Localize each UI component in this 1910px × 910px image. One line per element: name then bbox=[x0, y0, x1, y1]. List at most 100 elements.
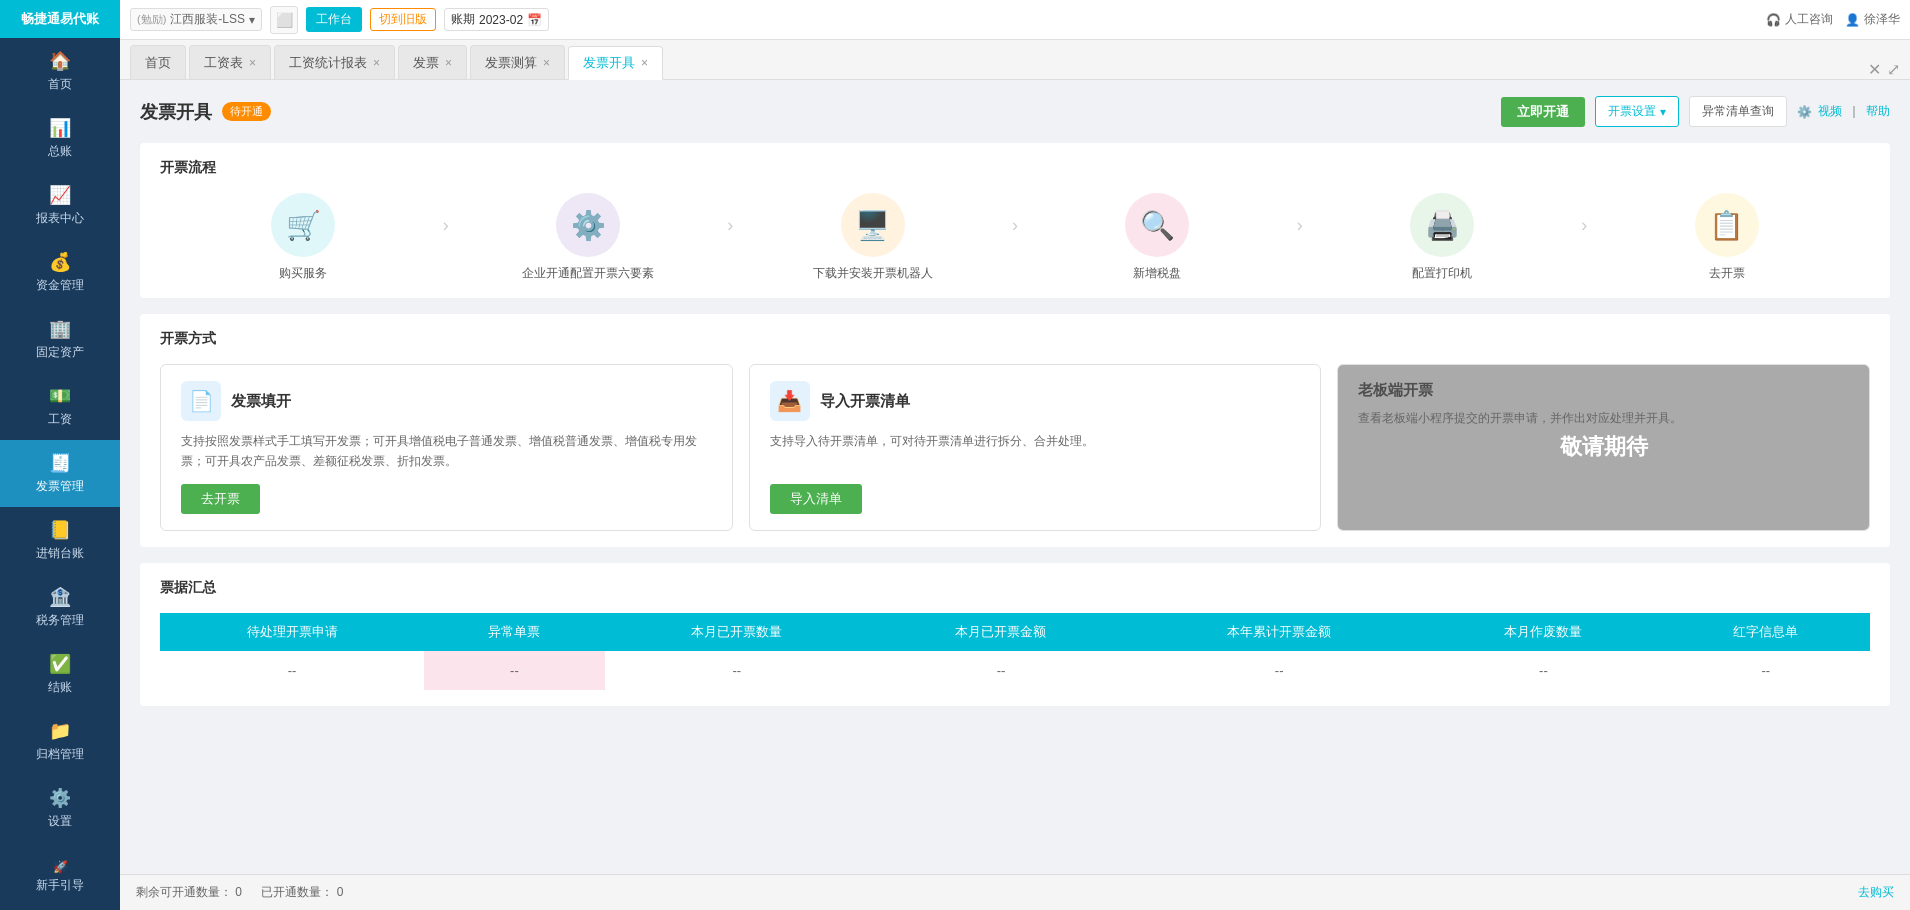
switch-version-button[interactable]: 切到旧版 bbox=[370, 8, 436, 31]
tab-首页[interactable]: 首页 bbox=[130, 45, 186, 79]
sidebar-label: 报表中心 bbox=[36, 210, 84, 227]
sidebar-item-设置[interactable]: ⚙️ 设置 bbox=[0, 775, 120, 842]
method-card-import: 📥 导入开票清单 支持导入待开票清单，可对待开票清单进行拆分、合并处理。 导入清… bbox=[749, 364, 1322, 531]
sidebar-icon: 📊 bbox=[49, 117, 71, 139]
tab-close-icon[interactable]: × bbox=[543, 56, 550, 70]
tab-工资统计报表[interactable]: 工资统计报表 × bbox=[274, 45, 395, 79]
summary-header: 红字信息单 bbox=[1662, 613, 1870, 651]
content-area: 发票开具 待开通 立即开通 开票设置 ▾ 异常清单查询 ⚙️ 视频 ｜ 帮助 bbox=[120, 80, 1910, 874]
tab-工资表[interactable]: 工资表 × bbox=[189, 45, 271, 79]
video-help-link[interactable]: 视频 bbox=[1818, 103, 1842, 120]
sidebar-item-进销台账[interactable]: 📒 进销台账 bbox=[0, 507, 120, 574]
sidebar-icon: 🏠 bbox=[49, 50, 71, 72]
sidebar-bottom-新手引导[interactable]: 🚀 新手引导 bbox=[0, 852, 120, 902]
remaining-label: 剩余可开通数量： bbox=[136, 885, 232, 899]
opened-label: 已开通数量： bbox=[261, 885, 333, 899]
tabbar: 首页工资表 ×工资统计报表 ×发票 ×发票测算 ×发票开具 × ✕ ⤢ bbox=[120, 40, 1910, 80]
flow-step-3: 🔍 新增税盘 bbox=[1014, 193, 1301, 282]
tab-label: 首页 bbox=[145, 54, 171, 72]
close-tab-icon[interactable]: ✕ bbox=[1868, 60, 1881, 79]
sidebar-icon: 📈 bbox=[49, 184, 71, 206]
tab-label: 发票测算 bbox=[485, 54, 537, 72]
immediate-open-button[interactable]: 立即开通 bbox=[1501, 97, 1585, 127]
sidebar-item-资金管理[interactable]: 💰 资金管理 bbox=[0, 239, 120, 306]
sidebar-label: 设置 bbox=[48, 813, 72, 830]
sidebar-label: 税务管理 bbox=[36, 612, 84, 629]
status-badge: 待开通 bbox=[222, 102, 271, 121]
company-selector[interactable]: (勉励) 江西服装-LSS ▾ bbox=[130, 8, 262, 31]
sidebar-icon: 💵 bbox=[49, 385, 71, 407]
flow-step-icon-4: 🖨️ bbox=[1410, 193, 1474, 257]
method-card-boss: 老板端开票 查看老板端小程序提交的开票申请，并作出对应处理并开具。 敬请期待 bbox=[1337, 364, 1870, 531]
sidebar-label: 发票管理 bbox=[36, 478, 84, 495]
tab-close-icon[interactable]: × bbox=[249, 56, 256, 70]
tab-发票[interactable]: 发票 × bbox=[398, 45, 467, 79]
sidebar-icon: 🧾 bbox=[49, 452, 71, 474]
summary-header: 异常单票 bbox=[424, 613, 604, 651]
calendar-icon: 📅 bbox=[527, 13, 542, 27]
buy-link[interactable]: 去购买 bbox=[1858, 884, 1894, 901]
flow-step-label-5: 去开票 bbox=[1709, 265, 1745, 282]
sidebar-icon: 🏢 bbox=[49, 318, 71, 340]
sidebar-item-工资[interactable]: 💵 工资 bbox=[0, 373, 120, 440]
period-selector[interactable]: 账期 2023-02 📅 bbox=[444, 8, 549, 31]
service-button[interactable]: 🎧 人工咨询 bbox=[1766, 11, 1833, 28]
chevron-down-icon: ▾ bbox=[1660, 105, 1666, 119]
tab-发票开具[interactable]: 发票开具 × bbox=[568, 46, 663, 80]
flow-step-icon-1: ⚙️ bbox=[556, 193, 620, 257]
flow-step-label-2: 下载并安装开票机器人 bbox=[813, 265, 933, 282]
page-title: 发票开具 bbox=[140, 100, 212, 124]
settings-icon: ⚙️ bbox=[1797, 105, 1812, 119]
summary-header: 待处理开票申请 bbox=[160, 613, 424, 651]
sidebar-item-总账[interactable]: 📊 总账 bbox=[0, 105, 120, 172]
flow-steps: 🛒 购买服务›⚙️ 企业开通配置开票六要素›🖥️ 下载并安装开票机器人›🔍 新增… bbox=[160, 193, 1870, 282]
help-sep: ｜ bbox=[1848, 103, 1860, 120]
user-menu[interactable]: 👤 徐泽华 bbox=[1845, 11, 1900, 28]
flow-step-5: 📋 去开票 bbox=[1583, 193, 1870, 282]
copy-icon[interactable]: ⬜ bbox=[270, 6, 298, 34]
sidebar-item-归档管理[interactable]: 📁 归档管理 bbox=[0, 708, 120, 775]
tab-发票测算[interactable]: 发票测算 × bbox=[470, 45, 565, 79]
help-link[interactable]: 帮助 bbox=[1866, 103, 1890, 120]
service-label: 人工咨询 bbox=[1785, 11, 1833, 28]
summary-header: 本月作废数量 bbox=[1425, 613, 1661, 651]
sidebar-item-税务管理[interactable]: 🏦 税务管理 bbox=[0, 574, 120, 641]
tab-close-icon[interactable]: × bbox=[641, 56, 648, 70]
sidebar-item-发票管理[interactable]: 🧾 发票管理 bbox=[0, 440, 120, 507]
method-card-fill-header: 📄 发票填开 bbox=[181, 381, 712, 421]
sidebar-item-报表中心[interactable]: 📈 报表中心 bbox=[0, 172, 120, 239]
flow-step-2: 🖥️ 下载并安装开票机器人 bbox=[729, 193, 1016, 282]
tab-close-icon[interactable]: × bbox=[445, 56, 452, 70]
restore-icon[interactable]: ⤢ bbox=[1887, 60, 1900, 79]
flow-step-label-4: 配置打印机 bbox=[1412, 265, 1472, 282]
company-name: 江西服装-LSS bbox=[170, 11, 245, 28]
sidebar-item-固定资产[interactable]: 🏢 固定资产 bbox=[0, 306, 120, 373]
sidebar-icon: 💰 bbox=[49, 251, 71, 273]
abnormal-query-button[interactable]: 异常清单查询 bbox=[1689, 96, 1787, 127]
sidebar-bottom-畅会员[interactable]: 👑 畅会员 bbox=[0, 902, 120, 910]
method-cards: 📄 发票填开 支持按照发票样式手工填写开发票；可开具增值税电子普通发票、增值税普… bbox=[160, 364, 1870, 531]
flow-step-icon-2: 🖥️ bbox=[841, 193, 905, 257]
flow-section: 开票流程 🛒 购买服务›⚙️ 企业开通配置开票六要素›🖥️ 下载并安装开票机器人… bbox=[140, 143, 1890, 298]
sidebar-item-首页[interactable]: 🏠 首页 bbox=[0, 38, 120, 105]
sidebar-icon: 🏦 bbox=[49, 586, 71, 608]
summary-header: 本年累计开票金额 bbox=[1133, 613, 1425, 651]
workbench-button[interactable]: 工作台 bbox=[306, 7, 362, 32]
dropdown-arrow-icon: ▾ bbox=[249, 13, 255, 27]
settings-button[interactable]: 开票设置 ▾ bbox=[1595, 96, 1679, 127]
import-list-button[interactable]: 导入清单 bbox=[770, 484, 862, 514]
summary-header: 本月已开票金额 bbox=[869, 613, 1133, 651]
sidebar-label: 固定资产 bbox=[36, 344, 84, 361]
flow-step-label-1: 企业开通配置开票六要素 bbox=[522, 265, 654, 282]
go-invoice-button[interactable]: 去开票 bbox=[181, 484, 260, 514]
sidebar-icon: 📒 bbox=[49, 519, 71, 541]
import-invoice-btn-area: 导入清单 bbox=[770, 484, 1301, 514]
summary-header: 本月已开票数量 bbox=[605, 613, 869, 651]
tab-close-icon[interactable]: × bbox=[373, 56, 380, 70]
flow-step-1: ⚙️ 企业开通配置开票六要素 bbox=[445, 193, 732, 282]
tab-label: 工资统计报表 bbox=[289, 54, 367, 72]
sidebar-item-结账[interactable]: ✅ 结账 bbox=[0, 641, 120, 708]
tab-label: 发票开具 bbox=[583, 54, 635, 72]
flow-step-icon-0: 🛒 bbox=[271, 193, 335, 257]
headset-icon: 🎧 bbox=[1766, 13, 1781, 27]
